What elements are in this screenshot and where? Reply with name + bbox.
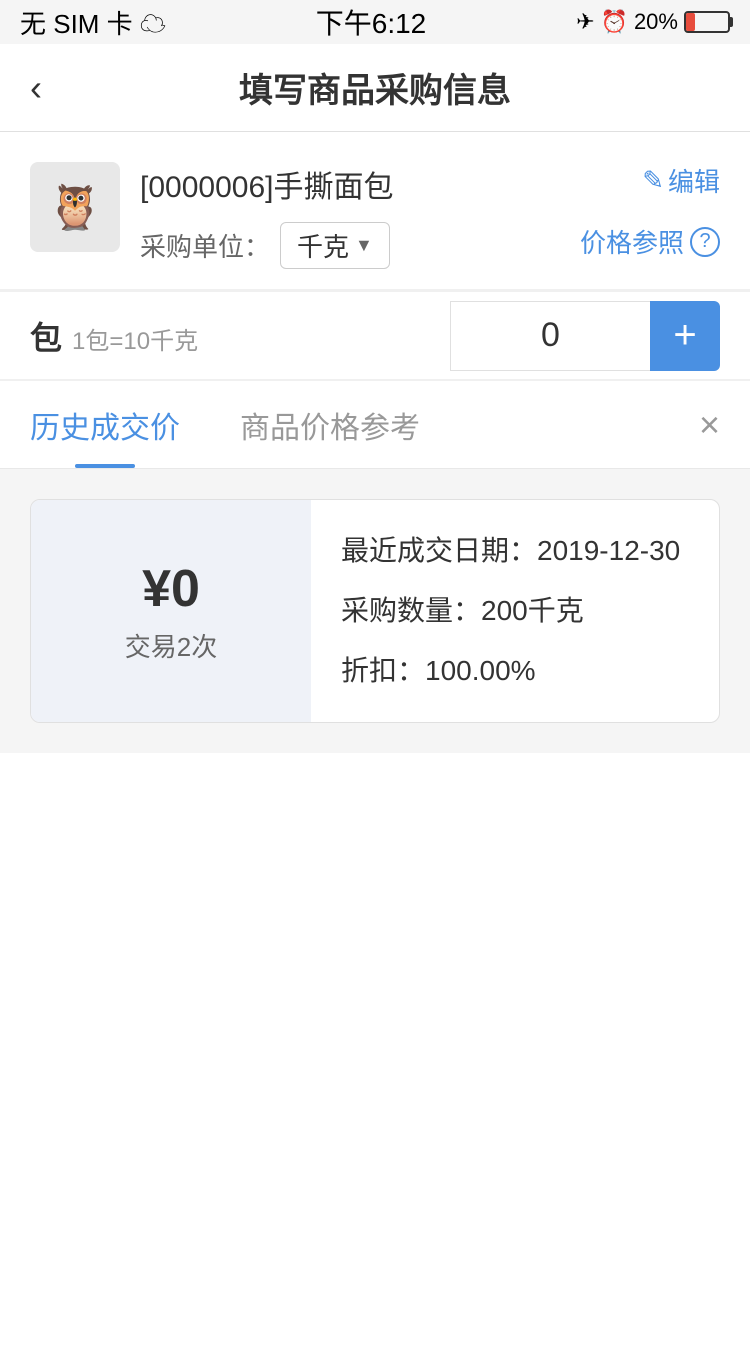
recent-date-value: 2019-12-30 <box>537 535 680 566</box>
product-right: ✎ 编辑 价格参照 ? <box>580 162 720 260</box>
edit-button[interactable]: ✎ 编辑 <box>642 162 720 199</box>
tabs-left: 历史成交价 商品价格参考 <box>30 381 420 468</box>
history-qty-row: 采购数量：200千克 <box>341 590 689 632</box>
tab-active-indicator <box>75 464 135 468</box>
unit-arrow-icon: ▼ <box>355 235 373 256</box>
quantity-label-block: 包 1包=10千克 <box>30 313 198 359</box>
question-icon: ? <box>699 230 710 253</box>
nav-bar: ‹ 填写商品采购信息 <box>0 44 750 132</box>
quantity-conversion: 1包=10千克 <box>72 321 198 356</box>
quantity-unit: 包 <box>30 313 62 359</box>
quantity-input-block: + <box>450 301 720 371</box>
product-thumbnail-icon: 🦉 <box>48 181 103 233</box>
unit-value: 千克 <box>297 227 349 264</box>
status-bar: 无 SIM 卡 ☁ 下午6:12 ✈ ⏰ 20% <box>0 0 750 44</box>
tab-close-button[interactable]: × <box>699 404 720 446</box>
plus-icon: + <box>673 313 696 358</box>
tab-history-label: 历史成交价 <box>30 403 180 447</box>
quantity-input[interactable] <box>450 301 650 371</box>
status-time: 下午6:12 <box>316 2 427 42</box>
tabs-bar: 历史成交价 商品价格参考 × <box>0 381 750 469</box>
purchase-qty-value: 200千克 <box>481 595 584 626</box>
history-card: ¥0 交易2次 最近成交日期：2019-12-30 采购数量：200千克 折扣：… <box>30 499 720 723</box>
page-title: 填写商品采购信息 <box>239 63 511 112</box>
back-button[interactable]: ‹ <box>30 67 90 109</box>
discount-label: 折扣： <box>341 655 425 686</box>
history-details: 最近成交日期：2019-12-30 采购数量：200千克 折扣：100.00% <box>311 500 719 722</box>
product-header: 🦉 [0000006]手撕面包 采购单位： 千克 ▼ ✎ 编辑 <box>30 162 720 269</box>
battery-icon <box>684 11 730 33</box>
purchase-qty-label: 采购数量： <box>341 595 481 626</box>
product-info: [0000006]手撕面包 采购单位： 千克 ▼ <box>140 162 393 269</box>
quantity-plus-button[interactable]: + <box>650 301 720 371</box>
history-price: ¥0 <box>142 559 200 619</box>
unit-label: 采购单位： <box>140 227 270 264</box>
signal-text: 无 SIM 卡 ☁ <box>20 4 166 41</box>
recent-date-label: 最近成交日期： <box>341 535 537 566</box>
price-ref-label: 价格参照 <box>580 223 684 260</box>
tab-price-ref-label: 商品价格参考 <box>240 403 420 447</box>
product-left: 🦉 [0000006]手撕面包 采购单位： 千克 ▼ <box>30 162 393 269</box>
product-id: [0000006] <box>140 171 273 204</box>
status-left: 无 SIM 卡 ☁ <box>20 4 166 41</box>
tab-price-ref[interactable]: 商品价格参考 <box>240 381 420 468</box>
product-card: 🦉 [0000006]手撕面包 采购单位： 千克 ▼ ✎ 编辑 <box>0 132 750 289</box>
price-ref-icon: ? <box>690 227 720 257</box>
history-date-row: 最近成交日期：2019-12-30 <box>341 530 689 572</box>
history-discount-row: 折扣：100.00% <box>341 650 689 692</box>
product-name: [0000006]手撕面包 <box>140 162 393 206</box>
product-image: 🦉 <box>30 162 120 252</box>
unit-select[interactable]: 千克 ▼ <box>280 222 390 269</box>
price-ref-button[interactable]: 价格参照 ? <box>580 223 720 260</box>
history-section: ¥0 交易2次 最近成交日期：2019-12-30 采购数量：200千克 折扣：… <box>0 469 750 753</box>
discount-value: 100.00% <box>425 655 536 686</box>
product-title: 手撕面包 <box>273 171 393 204</box>
white-area <box>0 753 750 1353</box>
location-icon: ✈ <box>576 9 594 35</box>
product-unit-row: 采购单位： 千克 ▼ <box>140 222 393 269</box>
tab-history-price[interactable]: 历史成交价 <box>30 381 180 468</box>
edit-label: 编辑 <box>668 162 720 199</box>
history-trades: 交易2次 <box>125 627 217 664</box>
edit-icon: ✎ <box>642 165 664 196</box>
battery-percent: 20% <box>634 9 678 35</box>
history-price-block: ¥0 交易2次 <box>31 500 311 722</box>
alarm-icon: ⏰ <box>601 9 628 35</box>
battery-fill <box>686 13 695 31</box>
quantity-row: 包 1包=10千克 + <box>0 291 750 379</box>
status-right: ✈ ⏰ 20% <box>576 9 730 35</box>
